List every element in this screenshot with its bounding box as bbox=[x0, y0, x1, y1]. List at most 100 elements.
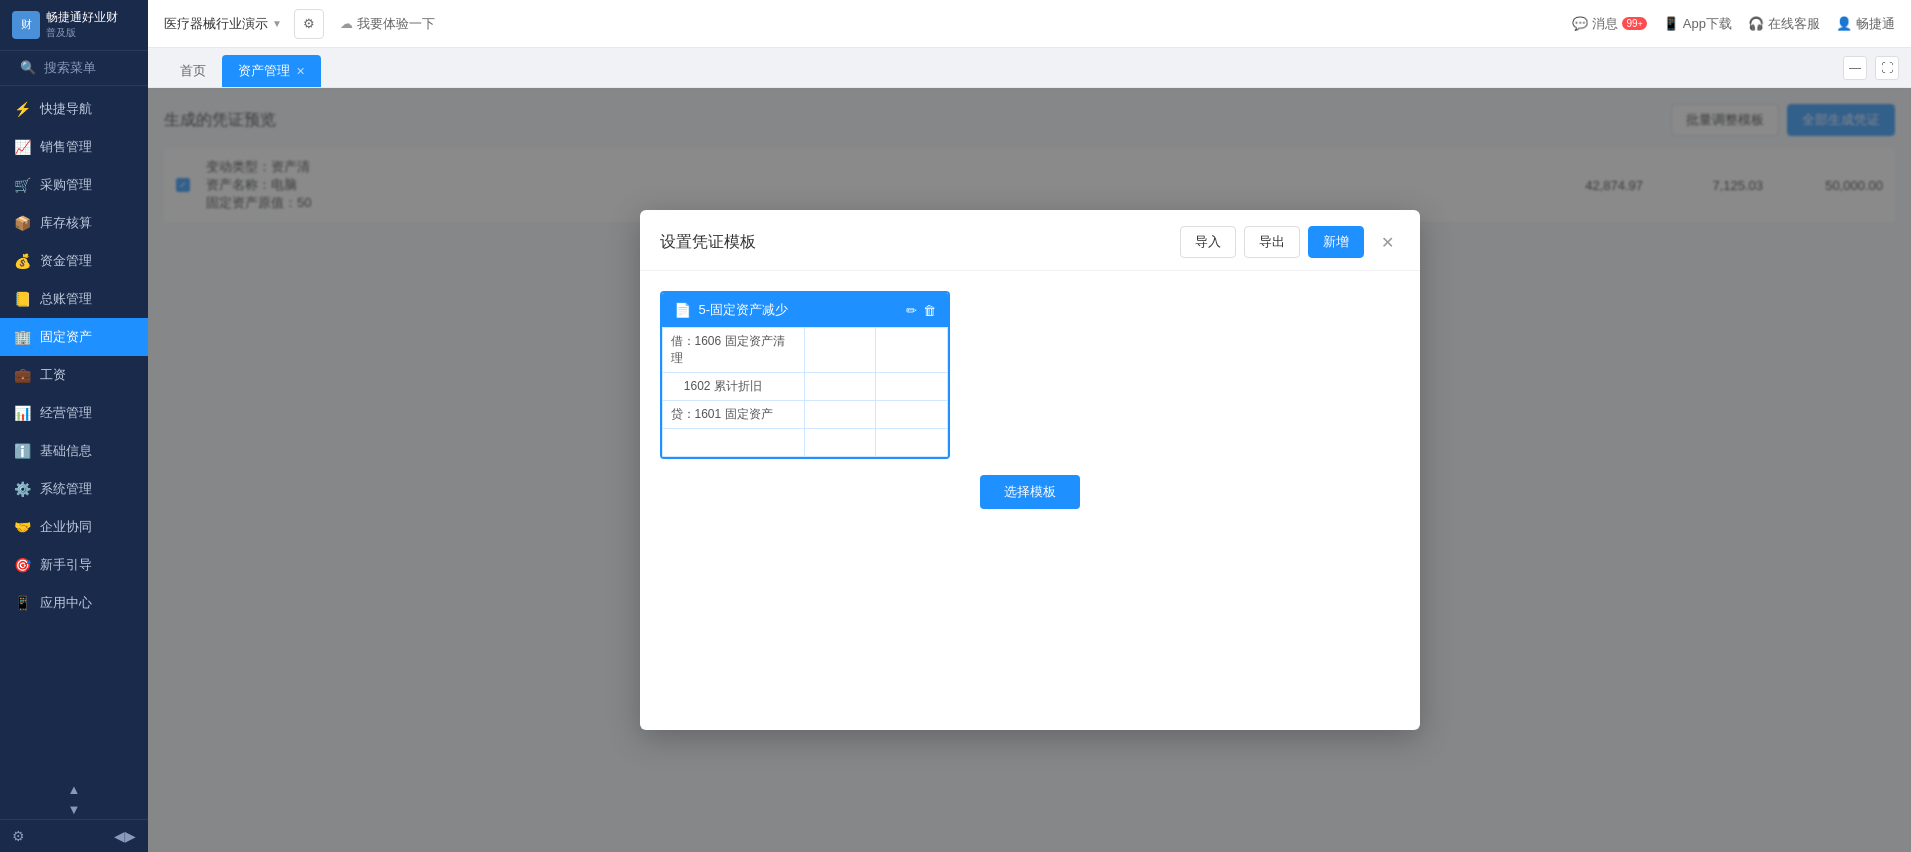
message-badge: 99+ bbox=[1622, 17, 1646, 30]
purchase-label: 采购管理 bbox=[40, 176, 92, 194]
sales-icon: 📈 bbox=[12, 139, 32, 155]
entry-credit-1 bbox=[876, 328, 947, 373]
inventory-icon: 📦 bbox=[12, 215, 32, 231]
logo-icon: 财 bbox=[12, 11, 40, 39]
topbar: 医疗器械行业演示 ▼ ⚙ ☁ 我要体验一下 💬 消息 99+ 📱 App下载 bbox=[148, 0, 1911, 48]
purchase-icon: 🛒 bbox=[12, 177, 32, 193]
set-template-dialog: 设置凭证模板 导入 导出 新增 ✕ 📄 5-固定资产减少 bbox=[640, 210, 1420, 730]
sidebar-nav: ⚡ 快捷导航 📈 销售管理 🛒 采购管理 📦 库存核算 💰 资金管理 📒 总账管… bbox=[0, 86, 148, 779]
app-name: 畅捷通好业财 bbox=[46, 10, 118, 26]
template-card-header: 📄 5-固定资产减少 ✏ 🗑 bbox=[662, 293, 948, 327]
basic-info-icon: ℹ️ bbox=[12, 443, 32, 459]
settings-button[interactable]: ⚙ bbox=[294, 9, 324, 39]
entry-credit-4 bbox=[876, 429, 947, 457]
capital-label: 资金管理 bbox=[40, 252, 92, 270]
sidebar-item-capital[interactable]: 💰 资金管理 bbox=[0, 242, 148, 280]
fixed-assets-icon: 🏢 bbox=[12, 329, 32, 345]
sidebar-item-basic-info[interactable]: ℹ️ 基础信息 bbox=[0, 432, 148, 470]
operations-icon: 📊 bbox=[12, 405, 32, 421]
ledger-icon: 📒 bbox=[12, 291, 32, 307]
entry-label-2: 1602 累计折旧 bbox=[662, 373, 805, 401]
tab-expand-button[interactable]: ⛶ bbox=[1875, 56, 1899, 80]
sidebar-bottom: ⚙ ◀▶ bbox=[0, 819, 148, 852]
company-selector[interactable]: 医疗器械行业演示 ▼ bbox=[164, 15, 286, 33]
content-area: 生成的凭证预览 批量调整模板 全部生成凭证 ✓ 变动类型：资产清 资产名称：电脑… bbox=[148, 88, 1911, 852]
sidebar-item-ledger[interactable]: 📒 总账管理 bbox=[0, 280, 148, 318]
sidebar-item-sales[interactable]: 📈 销售管理 bbox=[0, 128, 148, 166]
template-card: 📄 5-固定资产减少 ✏ 🗑 借：1606 固定资产清理 bbox=[660, 291, 950, 459]
quick-nav-icon: ⚡ bbox=[12, 101, 32, 117]
sidebar-search[interactable]: 🔍 搜索菜单 bbox=[0, 51, 148, 86]
sidebar-item-fixed-assets[interactable]: 🏢 固定资产 bbox=[0, 318, 148, 356]
dialog-header: 设置凭证模板 导入 导出 新增 ✕ bbox=[640, 210, 1420, 271]
inventory-label: 库存核算 bbox=[40, 214, 92, 232]
entry-label-3: 贷：1601 固定资产 bbox=[662, 401, 805, 429]
template-edit-icon[interactable]: ✏ bbox=[906, 303, 917, 318]
sidebar-item-purchase[interactable]: 🛒 采购管理 bbox=[0, 166, 148, 204]
new-template-button[interactable]: 新增 bbox=[1308, 226, 1364, 258]
sidebar-item-inventory[interactable]: 📦 库存核算 bbox=[0, 204, 148, 242]
guide-label: 新手引导 bbox=[40, 556, 92, 574]
company-name: 医疗器械行业演示 bbox=[164, 15, 268, 33]
app-edition: 普及版 bbox=[46, 26, 118, 40]
tab-close-icon[interactable]: ✕ bbox=[296, 65, 305, 78]
sidebar-item-enterprise[interactable]: 🤝 企业协同 bbox=[0, 508, 148, 546]
user-avatar-button[interactable]: 👤 畅捷通 bbox=[1836, 15, 1895, 33]
capital-icon: 💰 bbox=[12, 253, 32, 269]
app-download-button[interactable]: 📱 App下载 bbox=[1663, 15, 1732, 33]
user-label: 畅捷通 bbox=[1856, 15, 1895, 33]
bottom-settings-icon[interactable]: ⚙ bbox=[12, 828, 25, 844]
sidebar-item-system[interactable]: ⚙️ 系统管理 bbox=[0, 470, 148, 508]
entry-credit-3 bbox=[876, 401, 947, 429]
customer-service-label: 在线客服 bbox=[1768, 15, 1820, 33]
basic-info-label: 基础信息 bbox=[40, 442, 92, 460]
ledger-label: 总账管理 bbox=[40, 290, 92, 308]
topbar-right: 💬 消息 99+ 📱 App下载 🎧 在线客服 👤 畅捷通 bbox=[1572, 15, 1895, 33]
sidebar-item-operations[interactable]: 📊 经营管理 bbox=[0, 394, 148, 432]
sidebar-item-app-center[interactable]: 📱 应用中心 bbox=[0, 584, 148, 622]
entry-credit-2 bbox=[876, 373, 947, 401]
cloud-icon: ☁ bbox=[340, 16, 353, 31]
message-icon: 💬 bbox=[1572, 16, 1588, 31]
settings-icon: ⚙ bbox=[303, 16, 315, 31]
entry-debit-2 bbox=[805, 373, 876, 401]
enterprise-icon: 🤝 bbox=[12, 519, 32, 535]
message-button[interactable]: 💬 消息 99+ bbox=[1572, 15, 1646, 33]
sidebar-scroll-down[interactable]: ▼ bbox=[0, 799, 148, 819]
message-label: 消息 bbox=[1592, 15, 1618, 33]
sidebar-item-payroll[interactable]: 💼 工资 bbox=[0, 356, 148, 394]
dialog-close-button[interactable]: ✕ bbox=[1376, 230, 1400, 254]
tab-home[interactable]: 首页 bbox=[164, 55, 222, 87]
import-button[interactable]: 导入 bbox=[1180, 226, 1236, 258]
export-button[interactable]: 导出 bbox=[1244, 226, 1300, 258]
tab-minimize-button[interactable]: — bbox=[1843, 56, 1867, 80]
tabbar-controls: — ⛶ bbox=[1843, 56, 1899, 80]
customer-service-button[interactable]: 🎧 在线客服 bbox=[1748, 15, 1820, 33]
app-center-label: 应用中心 bbox=[40, 594, 92, 612]
sales-label: 销售管理 bbox=[40, 138, 92, 156]
template-entry-row bbox=[662, 429, 947, 457]
template-actions: ✏ 🗑 bbox=[906, 303, 936, 318]
payroll-label: 工资 bbox=[40, 366, 66, 384]
sidebar-item-guide[interactable]: 🎯 新手引导 bbox=[0, 546, 148, 584]
entry-debit-1 bbox=[805, 328, 876, 373]
sidebar-item-quick-nav[interactable]: ⚡ 快捷导航 bbox=[0, 90, 148, 128]
trial-text: 我要体验一下 bbox=[357, 15, 435, 33]
entry-label-4 bbox=[662, 429, 805, 457]
entry-debit-3 bbox=[805, 401, 876, 429]
template-delete-icon[interactable]: 🗑 bbox=[923, 303, 936, 318]
trial-area: ☁ 我要体验一下 bbox=[340, 15, 435, 33]
bottom-collapse-icon[interactable]: ◀▶ bbox=[114, 828, 136, 844]
tab-asset-mgmt[interactable]: 资产管理 ✕ bbox=[222, 55, 321, 87]
entry-debit-4 bbox=[805, 429, 876, 457]
search-label: 搜索菜单 bbox=[44, 59, 96, 77]
enterprise-label: 企业协同 bbox=[40, 518, 92, 536]
tab-home-label: 首页 bbox=[180, 62, 206, 80]
template-entry-row: 借：1606 固定资产清理 bbox=[662, 328, 947, 373]
system-icon: ⚙️ bbox=[12, 481, 32, 497]
sidebar-scroll-up[interactable]: ▲ bbox=[0, 779, 148, 799]
select-template-button[interactable]: 选择模板 bbox=[980, 475, 1080, 509]
dialog-header-buttons: 导入 导出 新增 bbox=[1180, 226, 1364, 258]
operations-label: 经营管理 bbox=[40, 404, 92, 422]
quick-nav-label: 快捷导航 bbox=[40, 100, 92, 118]
